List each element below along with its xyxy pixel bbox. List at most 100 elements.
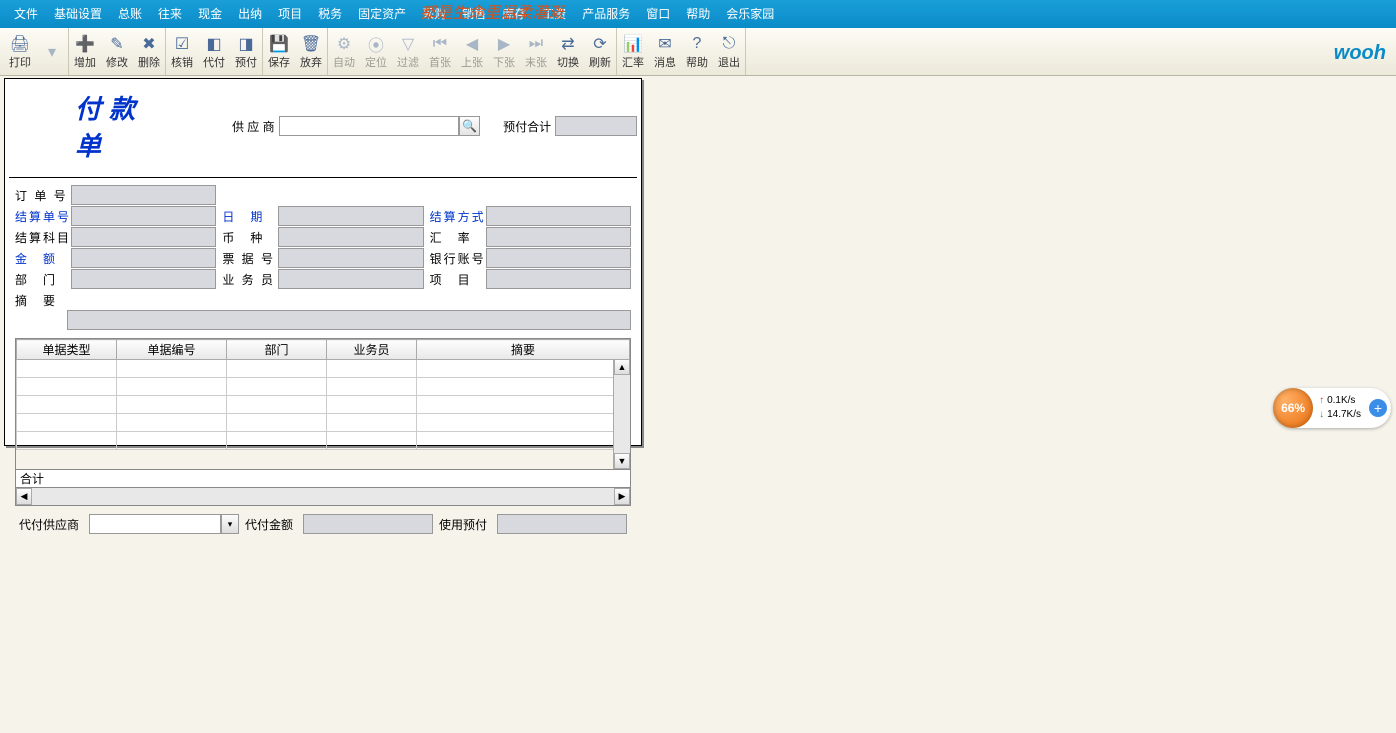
menu-file[interactable]: 文件 xyxy=(6,0,46,28)
settle-subject-field[interactable] xyxy=(71,227,216,247)
bill-no-label: 票 据 号 xyxy=(222,250,274,267)
tb-cancel[interactable]: 🗑放弃 xyxy=(295,30,327,74)
mail-icon: ✉ xyxy=(655,34,675,54)
tb-locate[interactable]: ⦿定位 xyxy=(360,30,392,74)
filter-icon: ▽ xyxy=(398,34,418,54)
rate-label: 汇 率 xyxy=(430,229,482,246)
supplier-label: 供 应 商 xyxy=(232,118,275,135)
menu-cashier[interactable]: 出纳 xyxy=(230,0,270,28)
menu-tax[interactable]: 税务 xyxy=(310,0,350,28)
toolbar: 🖨打印 ▾ ➕增加 ✎修改 ✖删除 ☑核销 ◧代付 ◨预付 💾保存 🗑放弃 ⚙自… xyxy=(0,28,1396,76)
table-row[interactable] xyxy=(17,414,630,432)
menu-purchase[interactable]: 采购 xyxy=(414,0,454,28)
tb-proxy-pay[interactable]: ◧代付 xyxy=(198,30,230,74)
prepay-total-field[interactable] xyxy=(555,116,637,136)
menu-receivable[interactable]: 往来 xyxy=(150,0,190,28)
horizontal-scrollbar[interactable]: ◀ ▶ xyxy=(15,488,631,506)
tb-edit[interactable]: ✎修改 xyxy=(101,30,133,74)
menu-fixed-assets[interactable]: 固定资产 xyxy=(350,0,414,28)
gear-icon: ⚙ xyxy=(334,34,354,54)
tb-exit[interactable]: ⎋退出 xyxy=(713,30,745,74)
menu-window[interactable]: 窗口 xyxy=(638,0,678,28)
menu-cash[interactable]: 现金 xyxy=(190,0,230,28)
vertical-scrollbar[interactable]: ▲ ▼ xyxy=(613,359,630,469)
menu-basic-settings[interactable]: 基础设置 xyxy=(46,0,110,28)
prev-icon: ◀ xyxy=(462,34,482,54)
tb-rate[interactable]: 📊汇率 xyxy=(617,30,649,74)
proxy-supplier-combo[interactable]: ▾ xyxy=(89,514,239,534)
use-prepay-field[interactable] xyxy=(497,514,627,534)
bill-no-field[interactable] xyxy=(278,248,423,268)
dept-field[interactable] xyxy=(71,269,216,289)
tb-prepay[interactable]: ◨预付 xyxy=(230,30,262,74)
tb-verify[interactable]: ☑核销 xyxy=(166,30,198,74)
form-title: 付款单 xyxy=(15,85,232,167)
settle-no-label: 结算单号 xyxy=(15,208,67,225)
tb-print[interactable]: 🖨打印 xyxy=(4,30,36,74)
table-row[interactable] xyxy=(17,378,630,396)
order-no-field[interactable] xyxy=(71,185,216,205)
tb-save[interactable]: 💾保存 xyxy=(263,30,295,74)
table-row[interactable] xyxy=(17,396,630,414)
scroll-right-icon[interactable]: ▶ xyxy=(614,488,630,505)
menu-product-service[interactable]: 产品服务 xyxy=(574,0,638,28)
bank-acct-field[interactable] xyxy=(486,248,631,268)
refresh-icon: ⟳ xyxy=(590,34,610,54)
tb-auto[interactable]: ⚙自动 xyxy=(328,30,360,74)
tb-switch[interactable]: ⇄切换 xyxy=(552,30,584,74)
col-summary[interactable]: 摘要 xyxy=(417,340,630,360)
table-row[interactable] xyxy=(17,432,630,450)
tb-delete[interactable]: ✖删除 xyxy=(133,30,165,74)
tb-first[interactable]: ⏮首张 xyxy=(424,30,456,74)
scroll-down-icon[interactable]: ▼ xyxy=(614,453,630,469)
tb-last[interactable]: ⏭末张 xyxy=(520,30,552,74)
menu-bar: 文件 基础设置 总账 往来 现金 出纳 项目 税务 固定资产 采购 销售 库存 … xyxy=(0,0,1396,28)
tb-print-drop[interactable]: ▾ xyxy=(36,30,68,74)
col-doc-type[interactable]: 单据类型 xyxy=(17,340,117,360)
menu-project[interactable]: 项目 xyxy=(270,0,310,28)
chevron-down-icon[interactable]: ▾ xyxy=(221,514,239,534)
tb-refresh[interactable]: ⟳刷新 xyxy=(584,30,616,74)
first-icon: ⏮ xyxy=(430,34,450,54)
settle-no-field[interactable] xyxy=(71,206,216,226)
settle-method-field[interactable] xyxy=(486,206,631,226)
net-download: 14.7K/s xyxy=(1319,408,1361,422)
col-salesman[interactable]: 业务员 xyxy=(327,340,417,360)
salesman-field[interactable] xyxy=(278,269,423,289)
check-icon: ☑ xyxy=(172,34,192,54)
network-speed-widget[interactable]: 66% 0.1K/s 14.7K/s + xyxy=(1273,388,1391,428)
tb-message[interactable]: ✉消息 xyxy=(649,30,681,74)
summary-label: 摘 要 xyxy=(15,292,67,309)
rate-field[interactable] xyxy=(486,227,631,247)
net-expand-button[interactable]: + xyxy=(1369,399,1387,417)
tb-next[interactable]: ▶下张 xyxy=(488,30,520,74)
scroll-left-icon[interactable]: ◀ xyxy=(16,488,32,505)
menu-salary[interactable]: 工资 xyxy=(534,0,574,28)
col-doc-no[interactable]: 单据编号 xyxy=(117,340,227,360)
menu-community[interactable]: 会乐家园 xyxy=(718,0,782,28)
tb-filter[interactable]: ▽过滤 xyxy=(392,30,424,74)
table-row[interactable] xyxy=(17,360,630,378)
salesman-label: 业 务 员 xyxy=(222,271,274,288)
tb-help[interactable]: ?帮助 xyxy=(681,30,713,74)
tb-add[interactable]: ➕增加 xyxy=(69,30,101,74)
payment-form-panel: 付款单 供 应 商 🔍 预付合计 订 单 号 结算单号 结算科目 金 额 部 门… xyxy=(4,78,642,446)
currency-field[interactable] xyxy=(278,227,423,247)
summary-field[interactable] xyxy=(67,310,631,330)
menu-help[interactable]: 帮助 xyxy=(678,0,718,28)
amount-field[interactable] xyxy=(71,248,216,268)
tb-prev[interactable]: ◀上张 xyxy=(456,30,488,74)
menu-sales[interactable]: 销售 xyxy=(454,0,494,28)
scroll-up-icon[interactable]: ▲ xyxy=(614,359,630,375)
supplier-search-button[interactable]: 🔍 xyxy=(459,116,480,136)
project-field[interactable] xyxy=(486,269,631,289)
edit-icon: ✎ xyxy=(107,34,127,54)
supplier-input[interactable] xyxy=(279,116,460,136)
col-dept[interactable]: 部门 xyxy=(227,340,327,360)
menu-general-ledger[interactable]: 总账 xyxy=(110,0,150,28)
proxy-amount-field[interactable] xyxy=(303,514,433,534)
menu-inventory[interactable]: 库存 xyxy=(494,0,534,28)
amount-label: 金 额 xyxy=(15,250,67,267)
date-field[interactable] xyxy=(278,206,423,226)
next-icon: ▶ xyxy=(494,34,514,54)
